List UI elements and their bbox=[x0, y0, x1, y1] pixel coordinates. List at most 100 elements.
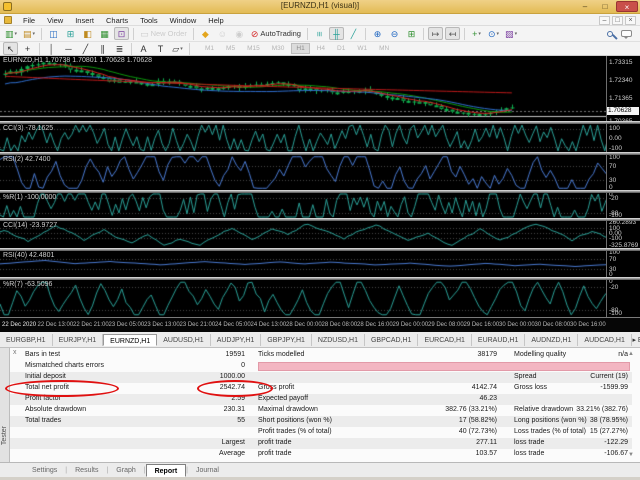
menu-insert[interactable]: Insert bbox=[69, 16, 100, 25]
menu-window[interactable]: Window bbox=[164, 16, 203, 25]
timeframe-m15[interactable]: M15 bbox=[242, 43, 265, 54]
indicator-pane[interactable]: CCI(14) -23.9727 bbox=[0, 221, 640, 248]
main-chart-pane[interactable]: EURNZD,H1 1.70738 1.70801 1.70628 1.7062… bbox=[0, 56, 640, 121]
indicators-button[interactable]: +▾ bbox=[469, 27, 484, 40]
tester-tab-settings[interactable]: Settings bbox=[24, 464, 65, 477]
timeframe-m30[interactable]: M30 bbox=[267, 43, 290, 54]
scripts-button[interactable]: ◉ bbox=[232, 27, 247, 40]
tester-close-icon[interactable]: x bbox=[13, 349, 17, 356]
mdi-minimize-button[interactable]: – bbox=[599, 16, 610, 25]
menu-file[interactable]: File bbox=[17, 16, 41, 25]
terminal-button[interactable]: ▦ bbox=[97, 27, 112, 40]
candlestick-chart-button[interactable]: ╫ bbox=[329, 27, 344, 40]
tab-overflow-icon[interactable]: ▸ bbox=[632, 336, 636, 344]
expert-advisors-button[interactable]: ☺ bbox=[215, 27, 230, 40]
shapes-button[interactable]: ▱▾ bbox=[170, 42, 185, 55]
chart-tab-eurjpy[interactable]: EURJPY,H1 bbox=[53, 334, 104, 346]
tester-tab-journal[interactable]: Journal bbox=[188, 464, 227, 477]
indicator-pane-canvas[interactable] bbox=[0, 124, 606, 152]
timeframe-w1[interactable]: W1 bbox=[352, 43, 372, 54]
indicator-pane[interactable]: CCI(3) -78.1625 bbox=[0, 124, 640, 152]
trendline-button[interactable]: ╱ bbox=[78, 42, 93, 55]
pane-separator[interactable] bbox=[0, 190, 640, 193]
pane-separator[interactable] bbox=[0, 218, 640, 221]
pane-separator[interactable] bbox=[0, 277, 640, 280]
search-key-icon[interactable] bbox=[607, 31, 613, 37]
cursor-button[interactable]: ↖ bbox=[3, 42, 18, 55]
time-axis[interactable]: 22 Dec 202022 Dec 13:0022 Dec 21:0023 De… bbox=[0, 317, 640, 332]
chart-tab-eurgbp[interactable]: EURGBP,H1 bbox=[0, 334, 53, 346]
tester-tab-results[interactable]: Results bbox=[67, 464, 106, 477]
indicator-pane-canvas[interactable] bbox=[0, 221, 606, 248]
tester-tab-graph[interactable]: Graph bbox=[108, 464, 143, 477]
indicator-pane-canvas[interactable] bbox=[0, 251, 606, 277]
strategy-tester-button[interactable]: ⊡ bbox=[114, 27, 129, 40]
indicator-pane-canvas[interactable] bbox=[0, 280, 606, 317]
pane-separator[interactable] bbox=[0, 121, 640, 124]
vertical-line-button[interactable]: │ bbox=[44, 42, 59, 55]
chart-tab-audjpy[interactable]: AUDJPY,H1 bbox=[211, 334, 262, 346]
menu-view[interactable]: View bbox=[41, 16, 69, 25]
indicator-pane[interactable]: RSI(40) 42.4801 bbox=[0, 251, 640, 277]
chart-tab-gbpjpy[interactable]: GBPJPY,H1 bbox=[261, 334, 312, 346]
new-order-button[interactable]: ▭New Order bbox=[138, 27, 189, 40]
pane-separator[interactable] bbox=[0, 152, 640, 155]
chart-region[interactable]: 1.733151.723401.713651.706281.70365EURNZ… bbox=[0, 56, 640, 332]
autotrading-button[interactable]: ⊘AutoTrading bbox=[249, 27, 303, 40]
text-button[interactable]: A bbox=[136, 42, 151, 55]
chart-tab-audcad[interactable]: AUDCAD,H1 bbox=[578, 334, 631, 346]
indicator-pane-canvas[interactable] bbox=[0, 155, 606, 190]
tester-tab-report[interactable]: Report bbox=[146, 464, 187, 477]
chart-tab-audusd[interactable]: AUDUSD,H1 bbox=[157, 334, 210, 346]
horizontal-line-button[interactable]: ─ bbox=[61, 42, 76, 55]
tile-windows-button[interactable]: ⊞ bbox=[404, 27, 419, 40]
timeframe-m1[interactable]: M1 bbox=[200, 43, 219, 54]
chat-icon[interactable] bbox=[621, 30, 632, 37]
indicator-pane[interactable]: %R(1) -100.0000 bbox=[0, 193, 640, 218]
mdi-restore-button[interactable]: □ bbox=[612, 16, 623, 25]
zoom-out-button[interactable]: ⊖ bbox=[387, 27, 402, 40]
data-window-button[interactable]: ⊞ bbox=[63, 27, 78, 40]
line-chart-button[interactable]: ╱ bbox=[346, 27, 361, 40]
zoom-in-button[interactable]: ⊕ bbox=[370, 27, 385, 40]
indicator-pane[interactable]: %R(7) -63.5096 bbox=[0, 280, 640, 317]
chart-shift-button[interactable]: ↤ bbox=[445, 27, 460, 40]
new-chart-button[interactable]: ▥▾ bbox=[3, 27, 19, 40]
timeframe-mn[interactable]: MN bbox=[374, 43, 394, 54]
chart-tab-eurcad[interactable]: EURCAD,H1 bbox=[418, 334, 471, 346]
menu-tools[interactable]: Tools bbox=[134, 16, 164, 25]
timeframe-d1[interactable]: D1 bbox=[332, 43, 350, 54]
minimize-button[interactable]: – bbox=[576, 1, 594, 12]
text-label-button[interactable]: T bbox=[153, 42, 168, 55]
scroll-up-icon[interactable]: ▲ bbox=[628, 351, 634, 357]
fibonacci-button[interactable]: ≣ bbox=[112, 42, 127, 55]
metaeditor-button[interactable]: ◆ bbox=[198, 27, 213, 40]
timeframe-h4[interactable]: H4 bbox=[312, 43, 330, 54]
crosshair-button[interactable]: + bbox=[20, 42, 35, 55]
indicator-pane[interactable]: RSI(2) 42.7400 bbox=[0, 155, 640, 190]
main-chart-canvas[interactable] bbox=[0, 56, 606, 121]
chart-tab-nzdusd[interactable]: NZDUSD,H1 bbox=[312, 334, 365, 346]
profiles-button[interactable]: ▤▾ bbox=[21, 27, 37, 40]
menu-help[interactable]: Help bbox=[202, 16, 229, 25]
navigator-button[interactable]: ◧ bbox=[80, 27, 95, 40]
menu-charts[interactable]: Charts bbox=[100, 16, 134, 25]
market-watch-button[interactable]: ◫ bbox=[46, 27, 61, 40]
chart-tab-eurnzd[interactable]: EURNZD,H1 bbox=[103, 334, 157, 346]
close-button[interactable]: × bbox=[616, 1, 638, 12]
maximize-button[interactable]: □ bbox=[596, 1, 614, 12]
channel-button[interactable]: ∥ bbox=[95, 42, 110, 55]
pane-separator[interactable] bbox=[0, 248, 640, 251]
bar-chart-button[interactable]: ≡ bbox=[312, 27, 327, 40]
chart-tab-audnzd[interactable]: AUDNZD,H1 bbox=[525, 334, 578, 346]
timeframe-m5[interactable]: M5 bbox=[221, 43, 240, 54]
periods-button[interactable]: ⊙▾ bbox=[486, 27, 501, 40]
timeframe-h1[interactable]: H1 bbox=[291, 43, 309, 54]
auto-scroll-button[interactable]: ↦ bbox=[428, 27, 443, 40]
chart-tab-euraud[interactable]: EURAUD,H1 bbox=[472, 334, 525, 346]
mdi-close-button[interactable]: × bbox=[625, 16, 636, 25]
chart-tab-gbpcad[interactable]: GBPCAD,H1 bbox=[365, 334, 418, 346]
scroll-down-icon[interactable]: ▼ bbox=[628, 452, 634, 458]
templates-button[interactable]: ▨▾ bbox=[503, 27, 519, 40]
indicator-pane-canvas[interactable] bbox=[0, 193, 606, 218]
